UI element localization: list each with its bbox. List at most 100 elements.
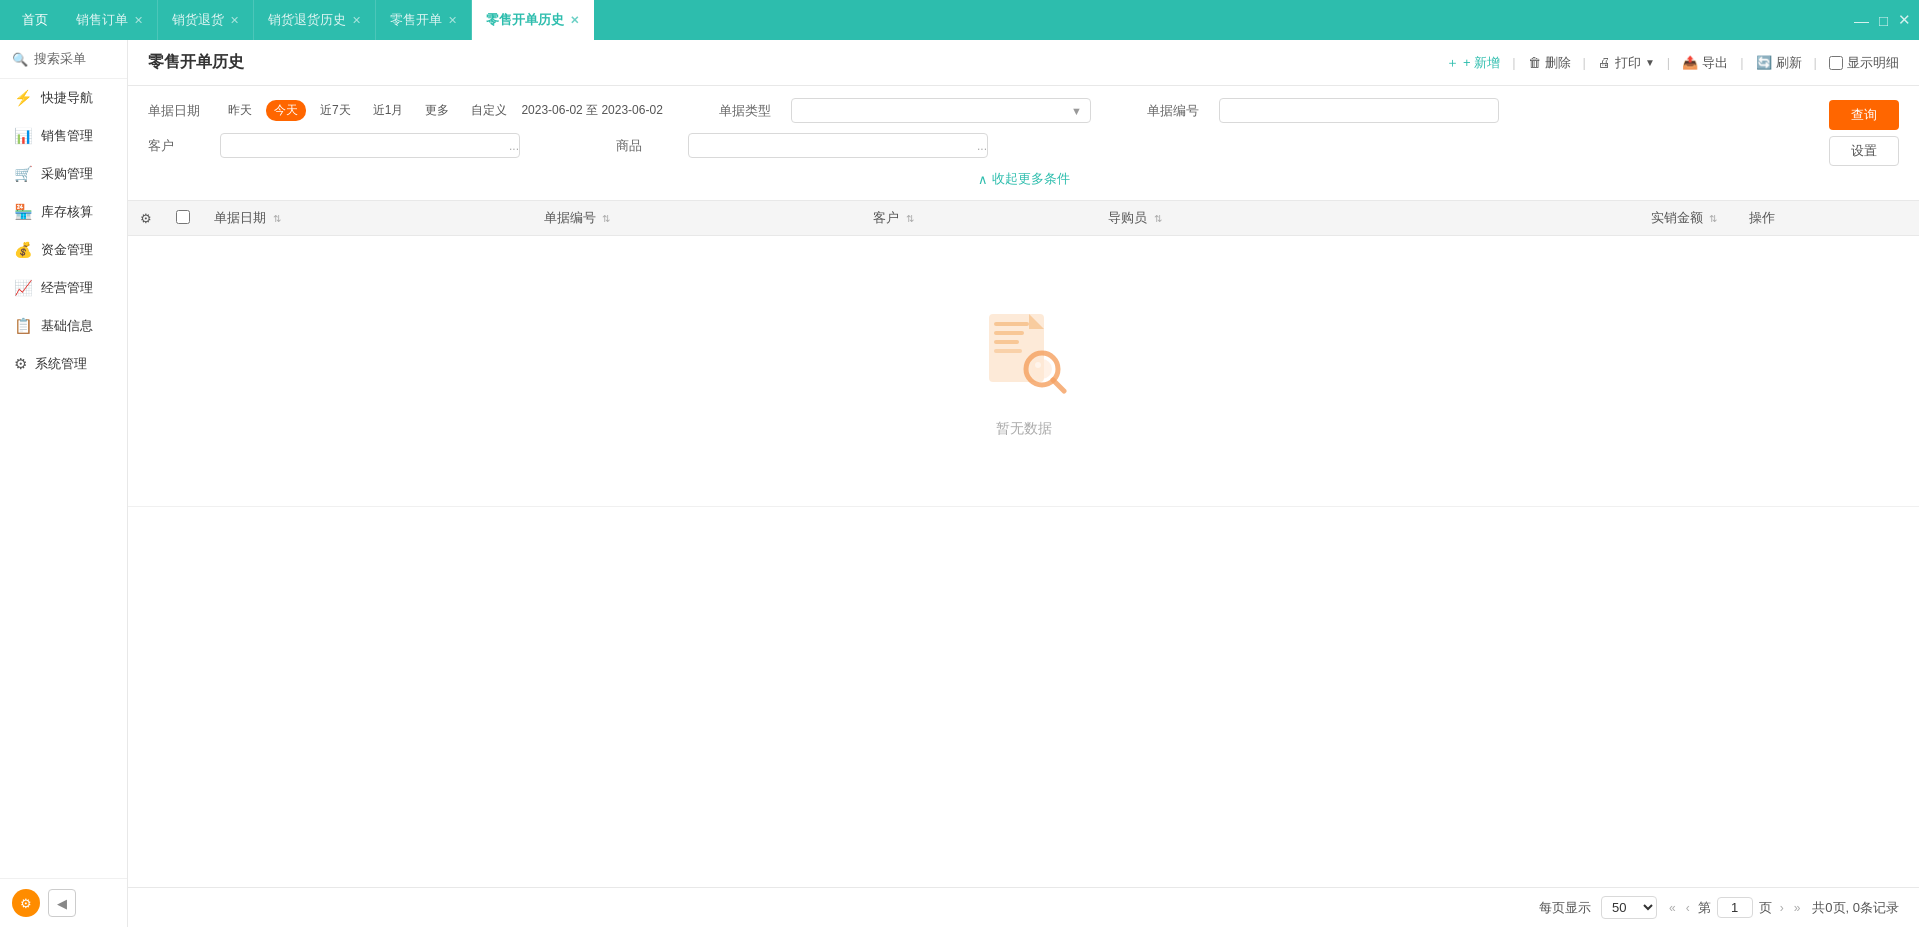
th-settings[interactable]: ⚙ bbox=[128, 201, 164, 236]
sidebar-search[interactable]: 🔍 搜索采单 bbox=[0, 40, 127, 79]
sidebar-item-sales-mgmt-label: 销售管理 bbox=[41, 127, 93, 145]
date-btn-more[interactable]: 更多 bbox=[417, 100, 457, 121]
sidebar-item-inventory[interactable]: 🏪 库存核算 bbox=[0, 193, 127, 231]
sidebar-item-system[interactable]: ⚙ 系统管理 bbox=[0, 345, 127, 383]
tab-sales-return-history-label: 销货退货历史 bbox=[268, 11, 346, 29]
sidebar-item-finance[interactable]: 💰 资金管理 bbox=[0, 231, 127, 269]
content-area: 零售开单历史 ＋ + 新增 | 🗑 删除 | 🖨 打印 ▼ | bbox=[128, 40, 1919, 927]
sort-guide-icon[interactable]: ⇅ bbox=[1154, 213, 1162, 224]
sort-amount-icon[interactable]: ⇅ bbox=[1709, 213, 1717, 224]
sidebar-search-label: 搜索采单 bbox=[34, 50, 86, 68]
empty-row: 暂无数据 bbox=[128, 236, 1919, 507]
tab-sales-order-close[interactable]: ✕ bbox=[134, 14, 143, 27]
tab-sales-return-close[interactable]: ✕ bbox=[230, 14, 239, 27]
query-button[interactable]: 查询 bbox=[1829, 100, 1899, 130]
goods-select[interactable]: ... bbox=[688, 133, 988, 158]
add-button[interactable]: ＋ + 新增 bbox=[1446, 54, 1500, 72]
current-page-input[interactable] bbox=[1717, 897, 1753, 918]
divider-3: | bbox=[1667, 55, 1670, 70]
purchase-mgmt-icon: 🛒 bbox=[14, 165, 33, 183]
sidebar-item-purchase-mgmt-label: 采购管理 bbox=[41, 165, 93, 183]
date-btn-custom[interactable]: 自定义 bbox=[463, 100, 515, 121]
sort-number-icon[interactable]: ⇅ bbox=[602, 213, 610, 224]
doc-type-select[interactable]: ▼ bbox=[791, 98, 1091, 123]
customer-select[interactable]: ... bbox=[220, 133, 520, 158]
divider-2: | bbox=[1583, 55, 1586, 70]
first-page-button[interactable]: « bbox=[1667, 899, 1678, 917]
th-number: 单据编号 ⇅ bbox=[532, 201, 862, 236]
settings-button[interactable]: 设置 bbox=[1829, 136, 1899, 166]
goods-input[interactable] bbox=[689, 134, 973, 157]
sidebar-item-sales-mgmt[interactable]: 📊 销售管理 bbox=[0, 117, 127, 155]
tab-retail-open-history-close[interactable]: ✕ bbox=[570, 14, 579, 27]
inventory-icon: 🏪 bbox=[14, 203, 33, 221]
tab-sales-return[interactable]: 销货退货 ✕ bbox=[158, 0, 254, 40]
sort-date-icon[interactable]: ⇅ bbox=[273, 213, 281, 224]
th-customer: 客户 ⇅ bbox=[861, 201, 1096, 236]
collapse-more-button[interactable]: ∧ 收起更多条件 bbox=[978, 170, 1070, 188]
date-btn-yesterday[interactable]: 昨天 bbox=[220, 100, 260, 121]
refresh-button[interactable]: 🔄 刷新 bbox=[1756, 54, 1802, 72]
search-icon: 🔍 bbox=[12, 52, 28, 67]
table-settings-icon[interactable]: ⚙ bbox=[140, 211, 152, 226]
date-btn-today[interactable]: 今天 bbox=[266, 100, 306, 121]
doc-type-input[interactable] bbox=[792, 99, 1071, 122]
table-header-row: ⚙ 单据日期 ⇅ 单据编号 ⇅ bbox=[128, 201, 1919, 236]
th-date: 单据日期 ⇅ bbox=[202, 201, 532, 236]
delete-button[interactable]: 🗑 删除 bbox=[1528, 54, 1571, 72]
customer-label: 客户 bbox=[148, 137, 204, 155]
sidebar-item-operation[interactable]: 📈 经营管理 bbox=[0, 269, 127, 307]
tab-sales-return-history-close[interactable]: ✕ bbox=[352, 14, 361, 27]
pagination-bar: 每页显示 50 100 200 « ‹ 第 页 › » 共0页, 0条记录 bbox=[128, 887, 1919, 927]
sidebar: 🔍 搜索采单 ⚡ 快捷导航 📊 销售管理 🛒 采购管理 🏪 库存核算 💰 资金管… bbox=[0, 40, 128, 927]
tab-sales-return-history[interactable]: 销货退货历史 ✕ bbox=[254, 0, 376, 40]
sidebar-bottom: ⚙ ◀ bbox=[0, 878, 127, 927]
tab-sales-order[interactable]: 销售订单 ✕ bbox=[62, 0, 158, 40]
print-button[interactable]: 🖨 打印 ▼ bbox=[1598, 54, 1655, 72]
tab-sales-order-label: 销售订单 bbox=[76, 11, 128, 29]
date-btn-7days[interactable]: 近7天 bbox=[312, 100, 359, 121]
close-button[interactable]: ✕ bbox=[1898, 11, 1911, 29]
customer-input[interactable] bbox=[221, 134, 505, 157]
show-detail-checkbox[interactable] bbox=[1829, 56, 1843, 70]
export-button[interactable]: 📤 导出 bbox=[1682, 54, 1728, 72]
th-checkbox[interactable] bbox=[164, 201, 202, 236]
th-guide: 导购员 ⇅ bbox=[1096, 201, 1378, 236]
sort-customer-icon[interactable]: ⇅ bbox=[906, 213, 914, 224]
filter-row-2: 客户 ... 商品 ... bbox=[148, 133, 1809, 158]
sidebar-collapse-button[interactable]: ◀ bbox=[48, 889, 76, 917]
tab-sales-return-label: 销货退货 bbox=[172, 11, 224, 29]
minimize-button[interactable]: — bbox=[1854, 12, 1869, 29]
sidebar-item-quick-nav-label: 快捷导航 bbox=[41, 89, 93, 107]
tab-home[interactable]: 首页 bbox=[8, 11, 62, 29]
settings-gear-button[interactable]: ⚙ bbox=[12, 889, 40, 917]
maximize-button[interactable]: □ bbox=[1879, 12, 1888, 29]
doc-number-input[interactable] bbox=[1219, 98, 1499, 123]
show-detail-label: 显示明细 bbox=[1847, 54, 1899, 72]
date-range-display: 2023-06-02 至 2023-06-02 bbox=[521, 102, 662, 119]
select-all-checkbox[interactable] bbox=[176, 210, 190, 224]
data-table: ⚙ 单据日期 ⇅ 单据编号 ⇅ bbox=[128, 201, 1919, 507]
refresh-icon: 🔄 bbox=[1756, 55, 1772, 70]
tab-retail-open[interactable]: 零售开单 ✕ bbox=[376, 0, 472, 40]
sidebar-item-quick-nav[interactable]: ⚡ 快捷导航 bbox=[0, 79, 127, 117]
next-page-button[interactable]: › bbox=[1778, 899, 1786, 917]
sidebar-item-purchase-mgmt[interactable]: 🛒 采购管理 bbox=[0, 155, 127, 193]
tab-retail-open-history[interactable]: 零售开单历史 ✕ bbox=[472, 0, 594, 40]
sidebar-item-basic-info[interactable]: 📋 基础信息 bbox=[0, 307, 127, 345]
sidebar-item-inventory-label: 库存核算 bbox=[41, 203, 93, 221]
per-page-select[interactable]: 50 100 200 bbox=[1601, 896, 1657, 919]
goods-dots-icon: ... bbox=[977, 139, 987, 153]
prev-page-button[interactable]: ‹ bbox=[1684, 899, 1692, 917]
sidebar-item-system-label: 系统管理 bbox=[35, 355, 87, 373]
th-action: 操作 bbox=[1737, 201, 1919, 236]
empty-state: 暂无数据 bbox=[140, 244, 1907, 498]
svg-point-9 bbox=[1035, 362, 1041, 368]
svg-line-8 bbox=[1053, 380, 1064, 391]
date-btn-1month[interactable]: 近1月 bbox=[365, 100, 412, 121]
tab-retail-open-close[interactable]: ✕ bbox=[448, 14, 457, 27]
print-icon: 🖨 bbox=[1598, 55, 1611, 70]
last-page-button[interactable]: » bbox=[1792, 899, 1803, 917]
th-customer-label: 客户 bbox=[873, 210, 899, 225]
show-detail-toggle[interactable]: 显示明细 bbox=[1829, 54, 1899, 72]
